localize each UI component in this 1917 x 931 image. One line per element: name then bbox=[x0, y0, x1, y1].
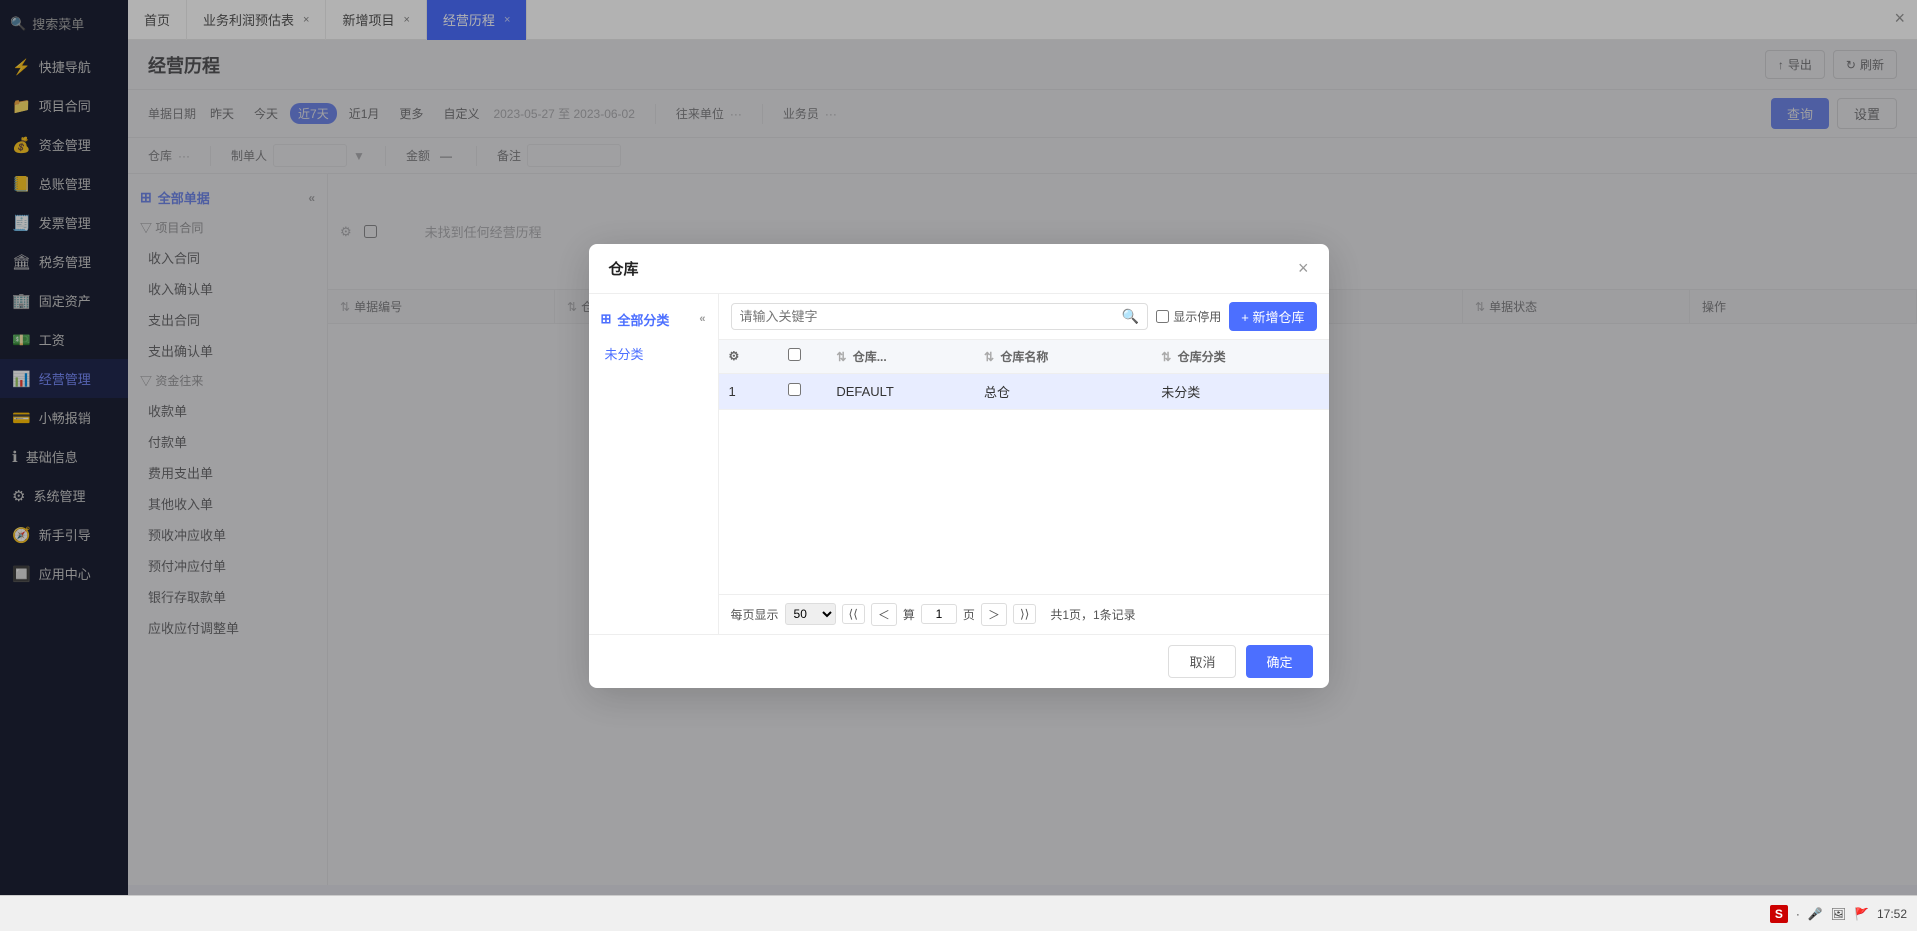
row-name: 总仓 bbox=[974, 373, 1151, 409]
search-icon: 🔍 bbox=[1122, 308, 1139, 325]
show-disabled-label[interactable]: 显示停用 bbox=[1156, 308, 1221, 325]
modal-body: ⊞ 全部分类 « 未分类 🔍 显示停用 + 新增仓库 bbox=[589, 294, 1329, 634]
modal-page-word: 算 bbox=[903, 606, 915, 623]
modal-category-label: 全部分类 bbox=[617, 310, 669, 329]
modal-category-header[interactable]: ⊞ 全部分类 « bbox=[589, 302, 718, 337]
modal-content-right: 🔍 显示停用 + 新增仓库 ⚙ bbox=[719, 294, 1329, 634]
col-header-name: ⇅ 仓库名称 bbox=[974, 340, 1151, 374]
modal-toolbar: 🔍 显示停用 + 新增仓库 bbox=[719, 294, 1329, 340]
row-check[interactable] bbox=[788, 383, 801, 396]
col-header-category: ⇅ 仓库分类 bbox=[1151, 340, 1328, 374]
col-code-label: 仓库... bbox=[853, 350, 887, 364]
col-header-checkbox bbox=[778, 340, 827, 374]
name-sort-icon: ⇅ bbox=[984, 350, 994, 364]
modal-page-size-label: 每页显示 bbox=[731, 606, 779, 623]
add-warehouse-button[interactable]: + 新增仓库 bbox=[1229, 302, 1316, 331]
code-sort-icon: ⇅ bbox=[836, 350, 846, 364]
table-header-row: ⚙ ⇅ 仓库... ⇅ 仓库名称 bbox=[719, 340, 1329, 374]
taskbar-icon-dot: · bbox=[1796, 907, 1800, 921]
modal-page-suffix: 页 bbox=[963, 606, 975, 623]
modal-prev-page-btn[interactable]: ＜ bbox=[871, 603, 897, 626]
modal-next-page-btn[interactable]: ＞ bbox=[981, 603, 1007, 626]
modal-category-toggle[interactable]: « bbox=[699, 313, 705, 325]
cat-sort-icon: ⇅ bbox=[1161, 350, 1171, 364]
category-grid-icon: ⊞ bbox=[601, 311, 612, 327]
modal-first-page-btn[interactable]: ⟨⟨ bbox=[842, 604, 865, 624]
row-checkbox[interactable] bbox=[778, 373, 827, 409]
table-select-all[interactable] bbox=[788, 348, 801, 361]
col-name-label: 仓库名称 bbox=[1000, 350, 1048, 364]
modal-page-size-select[interactable]: 50 100 bbox=[785, 603, 836, 625]
seq-sort-icon: ⚙ bbox=[729, 349, 740, 363]
taskbar-time: 17:52 bbox=[1877, 907, 1907, 921]
modal-pagination: 每页显示 50 100 ⟨⟨ ＜ 算 页 ＞ ⟩⟩ 共1页，1条记录 bbox=[719, 594, 1329, 634]
modal-title: 仓库 bbox=[609, 258, 639, 279]
modal-footer: 取消 确定 bbox=[589, 634, 1329, 688]
row-category: 未分类 bbox=[1151, 373, 1328, 409]
modal-total-label: 共1页，1条记录 bbox=[1050, 606, 1135, 623]
taskbar-icon-s: S bbox=[1770, 905, 1788, 923]
modal-cat-item-unclassified[interactable]: 未分类 bbox=[589, 337, 718, 370]
modal-header: 仓库 × bbox=[589, 244, 1329, 294]
col-header-seq: ⚙ bbox=[719, 340, 778, 374]
show-disabled-text: 显示停用 bbox=[1173, 308, 1221, 325]
taskbar: S · 🎤 🖼 🚩 17:52 bbox=[0, 895, 1917, 931]
confirm-button[interactable]: 确定 bbox=[1246, 645, 1312, 678]
table-row[interactable]: 1 DEFAULT 总仓 未分类 bbox=[719, 373, 1329, 409]
row-seq: 1 bbox=[719, 373, 778, 409]
show-disabled-checkbox[interactable] bbox=[1156, 310, 1169, 323]
taskbar-icons: S · 🎤 🖼 🚩 bbox=[1770, 905, 1869, 923]
col-cat-label: 仓库分类 bbox=[1178, 350, 1226, 364]
warehouse-modal: 仓库 × ⊞ 全部分类 « 未分类 🔍 显示停用 bbox=[589, 244, 1329, 688]
search-box: 🔍 bbox=[731, 303, 1149, 330]
modal-close-btn[interactable]: × bbox=[1298, 258, 1309, 279]
cancel-button[interactable]: 取消 bbox=[1168, 645, 1236, 678]
taskbar-icon-flag: 🚩 bbox=[1854, 907, 1869, 921]
warehouse-table: ⚙ ⇅ 仓库... ⇅ 仓库名称 bbox=[719, 340, 1329, 410]
row-code: DEFAULT bbox=[826, 373, 974, 409]
taskbar-icon-mic: 🎤 bbox=[1808, 907, 1823, 921]
modal-category-panel: ⊞ 全部分类 « 未分类 bbox=[589, 294, 719, 634]
modal-table: ⚙ ⇅ 仓库... ⇅ 仓库名称 bbox=[719, 340, 1329, 594]
col-header-code: ⇅ 仓库... bbox=[826, 340, 974, 374]
taskbar-icon-img: 🖼 bbox=[1831, 907, 1846, 921]
modal-last-page-btn[interactable]: ⟩⟩ bbox=[1013, 604, 1036, 624]
modal-page-input[interactable] bbox=[921, 604, 957, 624]
warehouse-search-input[interactable] bbox=[740, 309, 1122, 324]
